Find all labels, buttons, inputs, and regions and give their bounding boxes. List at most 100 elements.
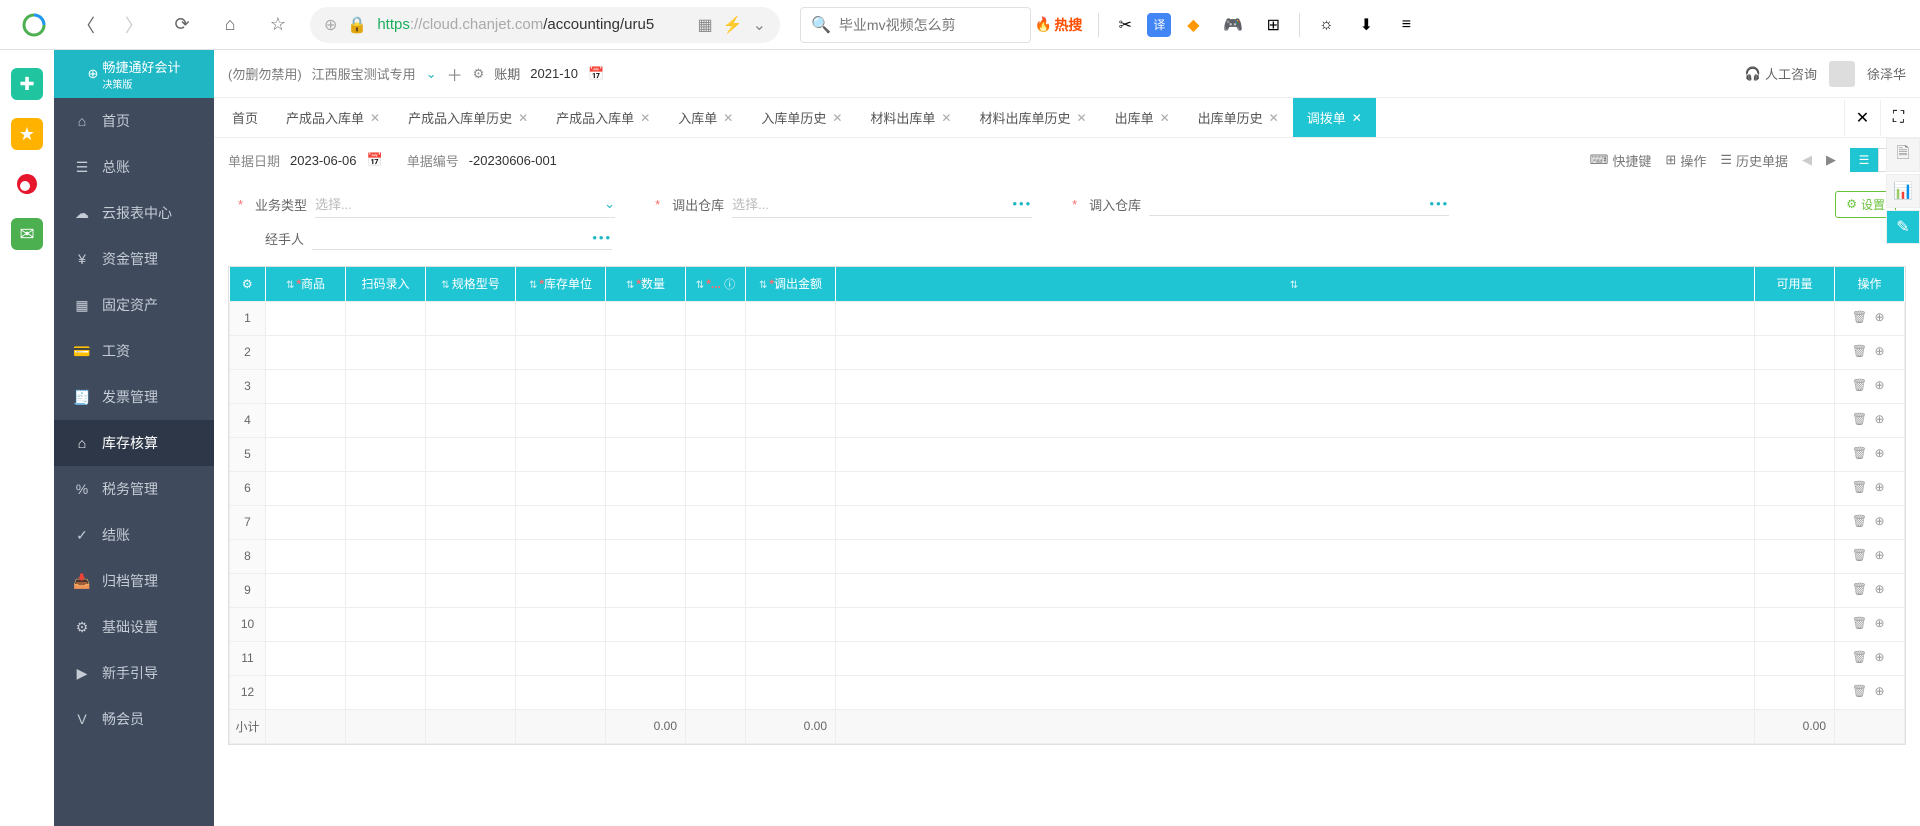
rail-mail[interactable]: ✉ — [11, 218, 43, 250]
col-blank[interactable]: ⇅ — [836, 267, 1755, 301]
wallet-icon[interactable]: ◆ — [1175, 7, 1211, 43]
rail-favorites[interactable]: ★ — [11, 118, 43, 150]
copy-icon[interactable]: ⊕ — [1872, 480, 1888, 496]
view-list[interactable]: ☰ — [1850, 148, 1878, 172]
copy-icon[interactable]: ⊕ — [1872, 514, 1888, 530]
sidebar-item-invoice[interactable]: 🧾发票管理 — [54, 374, 214, 420]
copy-icon[interactable]: ⊕ — [1872, 446, 1888, 462]
rail-chart-icon[interactable]: 📊 — [1886, 174, 1920, 208]
favorite-button[interactable]: ☆ — [256, 3, 300, 47]
close-icon[interactable]: ✕ — [1077, 111, 1087, 125]
col-spec[interactable]: ⇅规格型号 — [426, 267, 516, 301]
expand-tabs[interactable]: ⛶ — [1880, 100, 1916, 136]
delete-icon[interactable]: 🗑 — [1852, 480, 1868, 496]
flash-icon[interactable]: ⚡ — [723, 15, 743, 35]
table-row[interactable]: 1🗑⊕ — [230, 301, 1905, 335]
tab-产成品入库单[interactable]: 产成品入库单✕ — [542, 98, 664, 137]
tab-出库单历史[interactable]: 出库单历史✕ — [1184, 98, 1293, 137]
menu-icon[interactable]: ≡ — [1388, 7, 1424, 43]
table-row[interactable]: 6🗑⊕ — [230, 471, 1905, 505]
tab-材料出库单[interactable]: 材料出库单✕ — [856, 98, 965, 137]
table-row[interactable]: 11🗑⊕ — [230, 641, 1905, 675]
delete-icon[interactable]: 🗑 — [1852, 310, 1868, 326]
sidebar-item-close[interactable]: ✓结账 — [54, 512, 214, 558]
close-icon[interactable]: ✕ — [1352, 111, 1362, 125]
close-all-tabs[interactable]: ✕ — [1844, 100, 1880, 136]
sidebar-item-ledger[interactable]: ☰总账 — [54, 144, 214, 190]
copy-icon[interactable]: ⊕ — [1872, 684, 1888, 700]
copy-icon[interactable]: ⊕ — [1872, 412, 1888, 428]
support-link[interactable]: 🎧人工咨询 — [1745, 64, 1817, 83]
in-warehouse-select[interactable]: ••• — [1149, 192, 1449, 216]
tab-入库单历史[interactable]: 入库单历史✕ — [747, 98, 856, 137]
delete-icon[interactable]: 🗑 — [1852, 344, 1868, 360]
copy-icon[interactable]: ⊕ — [1872, 344, 1888, 360]
table-row[interactable]: 3🗑⊕ — [230, 369, 1905, 403]
forward-button[interactable]: 〉 — [112, 3, 156, 47]
out-warehouse-select[interactable]: 选择...••• — [732, 190, 1032, 218]
col-unit[interactable]: ⇅*库存单位 — [516, 267, 606, 301]
tab-材料出库单历史[interactable]: 材料出库单历史✕ — [965, 98, 1100, 137]
copy-icon[interactable]: ⊕ — [1872, 548, 1888, 564]
delete-icon[interactable]: 🗑 — [1852, 412, 1868, 428]
rail-weibo[interactable] — [11, 168, 43, 200]
tab-入库单[interactable]: 入库单✕ — [664, 98, 747, 137]
sidebar-item-guide[interactable]: ▶新手引导 — [54, 650, 214, 696]
close-icon[interactable]: ✕ — [518, 111, 528, 125]
rail-edit-icon[interactable]: ✎ — [1886, 210, 1920, 244]
delete-icon[interactable]: 🗑 — [1852, 446, 1868, 462]
tab-产成品入库单历史[interactable]: 产成品入库单历史✕ — [394, 98, 542, 137]
qr-icon[interactable]: ▦ — [698, 15, 713, 35]
table-row[interactable]: 10🗑⊕ — [230, 607, 1905, 641]
table-row[interactable]: 4🗑⊕ — [230, 403, 1905, 437]
add-button[interactable]: ＋ — [447, 62, 463, 86]
delete-icon[interactable]: 🗑 — [1852, 684, 1868, 700]
col-amount[interactable]: ⇅*调出金额 — [746, 267, 836, 301]
table-row[interactable]: 8🗑⊕ — [230, 539, 1905, 573]
delete-icon[interactable]: 🗑 — [1852, 548, 1868, 564]
biz-type-select[interactable]: 选择...⌄ — [315, 190, 615, 218]
next-doc[interactable]: ▶ — [1826, 152, 1836, 168]
sidebar-item-asset[interactable]: ▦固定资产 — [54, 282, 214, 328]
scissors-icon[interactable]: ✂ — [1107, 7, 1143, 43]
shortcut-link[interactable]: ⌨快捷键 — [1590, 151, 1652, 170]
sidebar-item-money[interactable]: ¥资金管理 — [54, 236, 214, 282]
close-icon[interactable]: ✕ — [1269, 111, 1279, 125]
search-box[interactable]: 🔍 — [800, 7, 1031, 43]
avatar[interactable] — [1829, 61, 1855, 87]
operate-link[interactable]: ⊞操作 — [1665, 151, 1706, 170]
game-icon[interactable]: 🎮 — [1215, 7, 1251, 43]
close-icon[interactable]: ✕ — [723, 111, 733, 125]
rail-app-1[interactable]: ✚ — [11, 68, 43, 100]
copy-icon[interactable]: ⊕ — [1872, 310, 1888, 326]
copy-icon[interactable]: ⊕ — [1872, 650, 1888, 666]
col-qty[interactable]: ⇅*数量 — [606, 267, 686, 301]
gear-icon[interactable]: ⚙ — [473, 66, 485, 82]
close-icon[interactable]: ✕ — [1160, 111, 1170, 125]
copy-icon[interactable]: ⊕ — [1872, 378, 1888, 394]
url-bar[interactable]: ⊕ 🔒 https://cloud.chanjet.com/accounting… — [310, 7, 780, 43]
delete-icon[interactable]: 🗑 — [1852, 514, 1868, 530]
col-product[interactable]: ⇅*商品 — [266, 267, 346, 301]
col-star[interactable]: ⇅*... ⓘ — [686, 267, 746, 301]
delete-icon[interactable]: 🗑 — [1852, 378, 1868, 394]
sidebar-item-archive[interactable]: 📥归档管理 — [54, 558, 214, 604]
history-link[interactable]: ☰历史单据 — [1720, 151, 1788, 170]
delete-icon[interactable]: 🗑 — [1852, 582, 1868, 598]
hot-search-badge[interactable]: 🔥热搜 — [1035, 15, 1082, 35]
close-icon[interactable]: ✕ — [370, 111, 380, 125]
col-gear[interactable]: ⚙ — [230, 267, 266, 301]
handler-select[interactable]: ••• — [312, 226, 612, 250]
col-scan[interactable]: 扫码录入 — [346, 267, 426, 301]
calendar-icon[interactable]: 📅 — [367, 152, 383, 168]
tab-出库单[interactable]: 出库单✕ — [1101, 98, 1184, 137]
close-icon[interactable]: ✕ — [832, 111, 842, 125]
close-icon[interactable]: ✕ — [640, 111, 650, 125]
delete-icon[interactable]: 🗑 — [1852, 650, 1868, 666]
apps-icon[interactable]: ⊞ — [1255, 7, 1291, 43]
sidebar-item-salary[interactable]: 💳工资 — [54, 328, 214, 374]
tab-首页[interactable]: 首页 — [218, 98, 272, 137]
copy-icon[interactable]: ⊕ — [1872, 582, 1888, 598]
sidebar-item-settings[interactable]: ⚙基础设置 — [54, 604, 214, 650]
sidebar-item-tax[interactable]: %税务管理 — [54, 466, 214, 512]
